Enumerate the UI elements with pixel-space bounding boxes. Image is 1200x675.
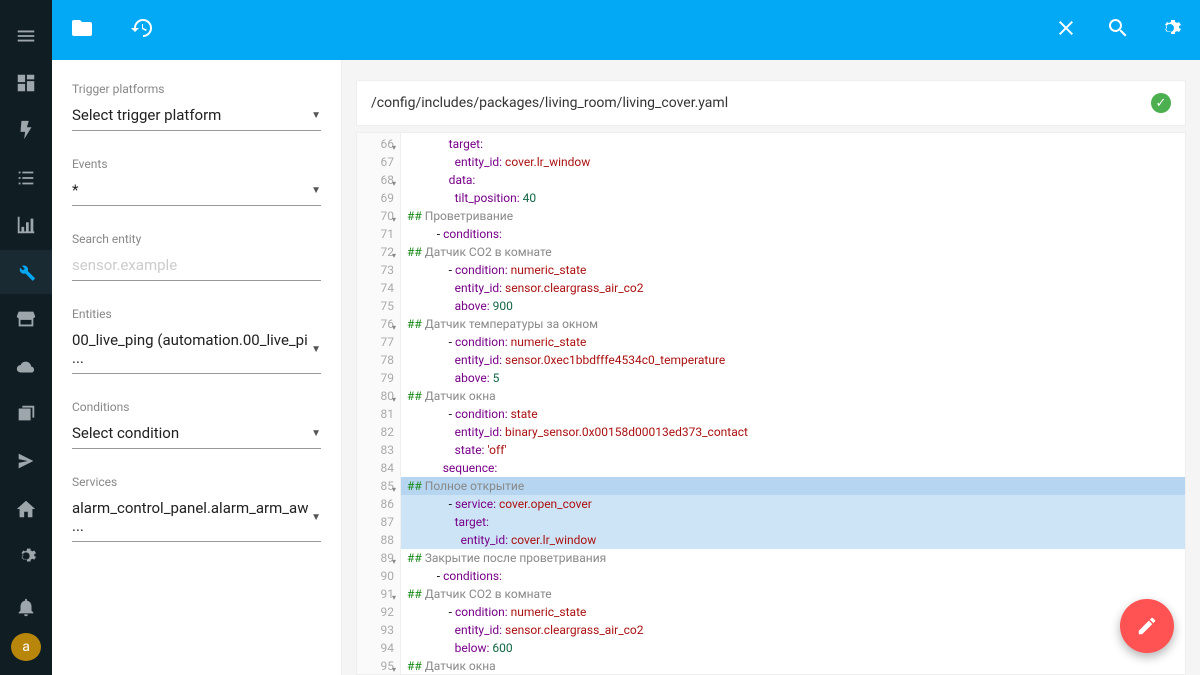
filepath-bar: /config/includes/packages/living_room/li… [356, 80, 1186, 126]
media-icon[interactable] [0, 392, 52, 435]
search-label: Search entity [72, 232, 321, 246]
cloud-icon[interactable] [0, 345, 52, 388]
side-panel: Trigger platforms Select trigger platfor… [52, 60, 342, 675]
wrench-icon[interactable] [0, 250, 52, 293]
nav-rail: a [0, 0, 52, 675]
folder-icon[interactable] [70, 16, 94, 44]
code-editor[interactable]: 66▾6768▾6970▾7172▾73747576▾77787980▾8182… [356, 132, 1186, 675]
history-icon[interactable] [130, 16, 154, 44]
valid-icon: ✓ [1151, 93, 1171, 113]
settings-icon[interactable] [1158, 16, 1182, 44]
bell-icon[interactable] [0, 586, 52, 629]
services-select[interactable]: alarm_control_panel.alarm_arm_aw ...▼ [72, 495, 321, 542]
trigger-select[interactable]: Select trigger platform▼ [72, 102, 321, 131]
conditions-label: Conditions [72, 400, 321, 414]
editor-pane: /config/includes/packages/living_room/li… [342, 60, 1200, 675]
services-label: Services [72, 475, 321, 489]
search-icon[interactable] [1106, 16, 1130, 44]
filepath-text: /config/includes/packages/living_room/li… [371, 95, 728, 111]
trigger-label: Trigger platforms [72, 82, 321, 96]
conditions-select[interactable]: Select condition▼ [72, 420, 321, 449]
main: Trigger platforms Select trigger platfor… [52, 0, 1200, 675]
lightning-icon[interactable] [0, 109, 52, 152]
arrow-icon[interactable] [0, 440, 52, 483]
dashboard-icon[interactable] [0, 61, 52, 104]
code-body[interactable]: target: entity_id: cover.lr_window data:… [401, 133, 1185, 674]
close-icon[interactable] [1054, 16, 1078, 44]
list-icon[interactable] [0, 156, 52, 199]
edit-fab[interactable] [1120, 599, 1174, 653]
entities-select[interactable]: 00_live_ping (automation.00_live_pi ...▼ [72, 327, 321, 374]
chart-icon[interactable] [0, 203, 52, 246]
topbar [52, 0, 1200, 60]
home-icon[interactable] [0, 487, 52, 530]
menu-icon[interactable] [0, 14, 52, 57]
entities-label: Entities [72, 307, 321, 321]
gear-icon[interactable] [0, 534, 52, 577]
search-input[interactable]: sensor.example [72, 252, 321, 281]
avatar[interactable]: a [11, 633, 41, 661]
store-icon[interactable] [0, 298, 52, 341]
events-label: Events [72, 157, 321, 171]
events-select[interactable]: *▼ [72, 177, 321, 206]
gutter: 66▾6768▾6970▾7172▾73747576▾77787980▾8182… [357, 133, 401, 674]
